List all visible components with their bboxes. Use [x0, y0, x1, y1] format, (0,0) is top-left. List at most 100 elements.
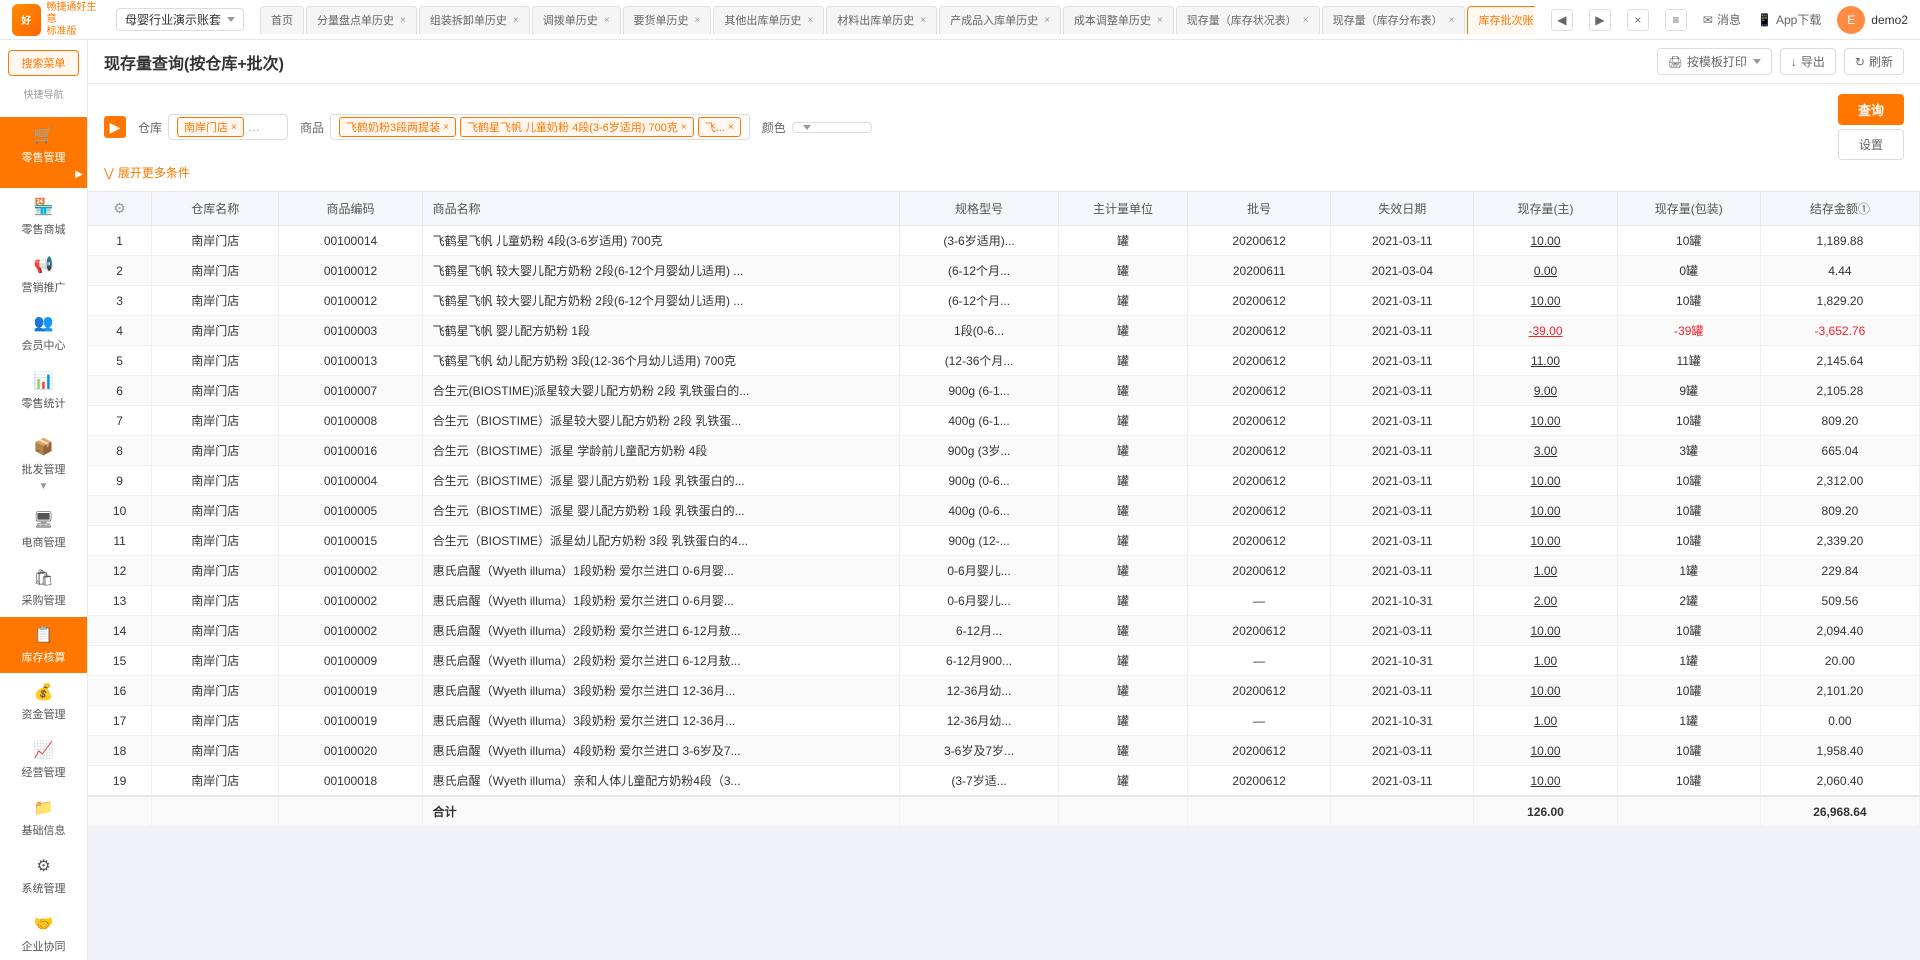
cell-qty1[interactable]: 0.00 [1474, 256, 1617, 286]
chevron-down-icon [227, 17, 235, 22]
close-icon[interactable]: × [807, 15, 813, 26]
tab-selector[interactable]: 母婴行业演示账套 [116, 8, 244, 31]
footer-empty-4 [899, 796, 1058, 827]
close-icon[interactable]: × [1157, 15, 1163, 26]
tab-next-button[interactable]: ▶ [1589, 9, 1611, 31]
filter-dots[interactable]: … [248, 120, 260, 134]
close-icon[interactable]: × [1449, 15, 1455, 26]
tab-prev-button[interactable]: ◀ [1551, 9, 1573, 31]
sidebar-item-collab[interactable]: 🤝 企业协同 [4, 906, 83, 960]
cell-qty1[interactable]: 10.00 [1474, 286, 1617, 316]
cell-qty1[interactable]: 10.00 [1474, 496, 1617, 526]
close-icon[interactable]: × [604, 15, 610, 26]
cell-warehouse: 南岸门店 [152, 226, 279, 256]
sidebar-item-finance[interactable]: 💰 资金管理 [4, 674, 83, 730]
cell-qty1[interactable]: 10.00 [1474, 766, 1617, 797]
sidebar-item-wholesale[interactable]: 📦 批发管理 ▼ [4, 429, 83, 500]
tab-7[interactable]: 产成品入库单历史× [939, 6, 1061, 34]
tab-4[interactable]: 要货单历史× [623, 6, 712, 34]
user-area[interactable]: E demo2 [1837, 6, 1908, 34]
sidebar-item-inventory[interactable]: 📋 库存核算 [0, 617, 87, 673]
collab-icon: 🤝 [34, 914, 54, 934]
cell-name: 合生元（BIOSTIME）派星 婴儿配方奶粉 1段 乳铁蛋白的... [422, 466, 899, 496]
tab-close-button[interactable]: × [1627, 9, 1649, 31]
cell-qty1[interactable]: 2.00 [1474, 586, 1617, 616]
tag-close-icon-2[interactable]: × [681, 122, 687, 133]
tab-2[interactable]: 组装拆卸单历史× [419, 6, 530, 34]
cell-qty1[interactable]: 10.00 [1474, 526, 1617, 556]
cell-qty1[interactable]: 3.00 [1474, 436, 1617, 466]
cell-qty1[interactable]: 11.00 [1474, 346, 1617, 376]
expand-filter-button[interactable]: ▶ [104, 116, 126, 138]
sidebar-item-stats[interactable]: 📊 零售统计 [4, 363, 83, 419]
search-menu-button[interactable]: 搜索菜单 [8, 50, 79, 76]
cell-index: 17 [88, 706, 152, 736]
tab-9[interactable]: 现存量（库存状况表）× [1176, 6, 1320, 34]
cell-qty2: 10罐 [1617, 616, 1760, 646]
cell-qty1[interactable]: 10.00 [1474, 736, 1617, 766]
tab-11[interactable]: 库存批次账× [1467, 6, 1534, 34]
sidebar-item-member[interactable]: 👥 会员中心 [4, 305, 83, 361]
tab-10[interactable]: 现存量（库存分布表）× [1322, 6, 1466, 34]
tab-6[interactable]: 材料出库单历史× [826, 6, 937, 34]
export-button[interactable]: ↓ 导出 [1780, 48, 1836, 75]
tab-1[interactable]: 分量盘点单历史× [306, 6, 417, 34]
print-button[interactable]: 🖨 按模板打印 [1657, 48, 1772, 75]
close-icon[interactable]: × [695, 15, 701, 26]
cell-qty1[interactable]: 1.00 [1474, 706, 1617, 736]
cell-index: 14 [88, 616, 152, 646]
cell-qty1[interactable]: 10.00 [1474, 406, 1617, 436]
cell-unit: 罐 [1059, 616, 1188, 646]
close-icon[interactable]: × [400, 15, 406, 26]
refresh-button[interactable]: ↻ 刷新 [1844, 48, 1904, 75]
sidebar-item-marketing[interactable]: 📢 营销推广 [4, 247, 83, 303]
tab-3[interactable]: 调拨单历史× [532, 6, 621, 34]
sidebar-item-purchase[interactable]: 🛍 采购管理 [4, 560, 83, 616]
message-button[interactable]: ✉ 消息 [1703, 11, 1741, 28]
expand-icon: ⋁ [104, 166, 114, 180]
cell-qty1[interactable]: 10.00 [1474, 616, 1617, 646]
cell-qty1[interactable]: 1.00 [1474, 556, 1617, 586]
close-icon[interactable]: × [513, 15, 519, 26]
cell-qty1[interactable]: 10.00 [1474, 226, 1617, 256]
cell-warehouse: 南岸门店 [152, 346, 279, 376]
color-filter-input[interactable] [792, 122, 872, 133]
tag-close-icon-3[interactable]: × [728, 122, 734, 133]
tag-close-icon[interactable]: × [231, 122, 237, 133]
close-icon[interactable]: × [920, 15, 926, 26]
warehouse-filter: 仓库 南岸门店 × … [138, 114, 288, 140]
sidebar-item-shop[interactable]: 🏪 零售商城 [4, 189, 83, 245]
sidebar-item-business[interactable]: 📈 经营管理 [4, 732, 83, 788]
cell-qty1[interactable]: 10.00 [1474, 466, 1617, 496]
cell-qty1[interactable]: 9.00 [1474, 376, 1617, 406]
tag-close-icon-1[interactable]: × [443, 122, 449, 133]
close-icon[interactable]: × [1303, 15, 1309, 26]
cell-qty1[interactable]: 10.00 [1474, 676, 1617, 706]
sidebar-item-system[interactable]: ⚙ 系统管理 [4, 848, 83, 904]
settings-button[interactable]: 设置 [1838, 129, 1904, 160]
tab-home[interactable]: 首页 [260, 6, 304, 34]
cell-unit: 罐 [1059, 526, 1188, 556]
query-button[interactable]: 查询 [1838, 94, 1904, 125]
cell-batch: 20200612 [1188, 436, 1331, 466]
tab-8[interactable]: 成本调整单历史× [1063, 6, 1174, 34]
product-tags-group[interactable]: 飞鹤奶粉3段两提装 × 飞鹤星飞帆 儿童奶粉 4段(3-6岁适用) 700克 ×… [330, 114, 750, 140]
tab-5[interactable]: 其他出库单历史× [713, 6, 824, 34]
sidebar-item-basic[interactable]: 📁 基础信息 [4, 790, 83, 846]
warehouse-tag-group[interactable]: 南岸门店 × … [168, 114, 288, 140]
top-bar: 好 畅捷通好生意 标准版 母婴行业演示账套 首页 分量盘点单历史× 组装拆卸单历… [0, 0, 1920, 40]
close-icon[interactable]: × [1044, 15, 1050, 26]
cell-code: 00100019 [279, 676, 422, 706]
quick-nav-button[interactable]: 快捷导航 [0, 82, 87, 105]
cell-qty1[interactable]: -39.00 [1474, 316, 1617, 346]
expand-conditions-button[interactable]: ⋁ 展开更多条件 [104, 164, 1904, 181]
sidebar-item-retail[interactable]: 🛒 零售管理 ▶ [0, 117, 87, 188]
cell-code: 00100019 [279, 706, 422, 736]
sidebar-item-ecommerce[interactable]: 🖥 电商管理 [4, 502, 83, 558]
cell-code: 00100018 [279, 766, 422, 797]
tab-menu-button[interactable]: ≡ [1665, 9, 1687, 31]
cell-qty1[interactable]: 1.00 [1474, 646, 1617, 676]
app-download-button[interactable]: 📱 App下载 [1757, 11, 1821, 28]
cell-warehouse: 南岸门店 [152, 646, 279, 676]
col-header-settings[interactable]: ⚙ [88, 192, 152, 226]
